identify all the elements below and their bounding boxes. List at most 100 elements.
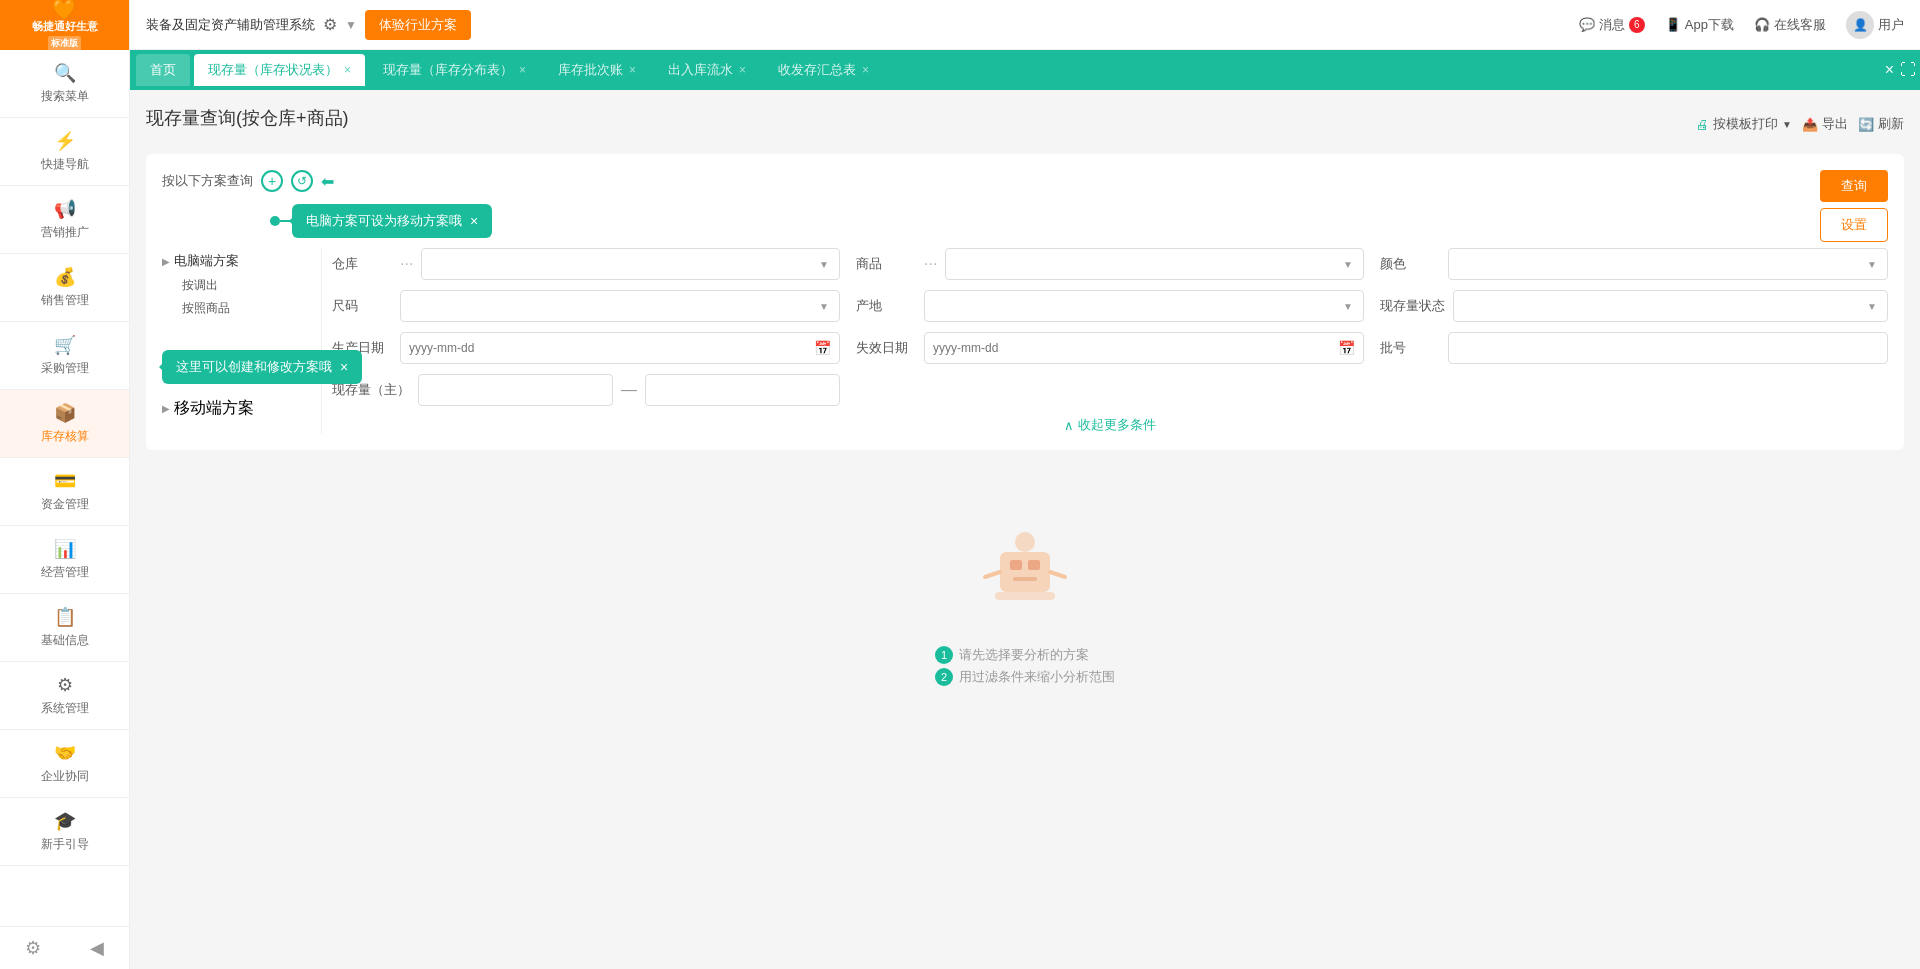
origin-select[interactable]: ▼ bbox=[924, 290, 1364, 322]
warehouse-dots[interactable]: ··· bbox=[400, 255, 413, 273]
sidebar-item-quick[interactable]: ⚡ 快捷导航 bbox=[0, 118, 129, 186]
set-btn[interactable]: 设置 bbox=[1820, 208, 1888, 242]
tab-close-all-icon[interactable]: × bbox=[1885, 61, 1894, 79]
tab-summary[interactable]: 收发存汇总表 × bbox=[764, 54, 883, 86]
logo-name: 畅捷通好生意 bbox=[32, 19, 98, 34]
sidebar-item-inventory[interactable]: 📦 库存核算 bbox=[0, 390, 129, 458]
sidebar-item-search[interactable]: 🔍 搜索菜单 bbox=[0, 50, 129, 118]
sidebar-label-sales: 销售管理 bbox=[41, 292, 89, 309]
product-select[interactable]: ▼ bbox=[945, 248, 1364, 280]
tab-home[interactable]: 首页 bbox=[136, 54, 190, 86]
collapse-sidebar-icon[interactable]: ◀ bbox=[90, 937, 104, 959]
tab-inout-close[interactable]: × bbox=[739, 63, 746, 77]
stock-main-to-input[interactable] bbox=[645, 374, 840, 406]
warehouse-select[interactable]: ▼ bbox=[421, 248, 840, 280]
expire-date-icon[interactable]: 📅 bbox=[1338, 340, 1355, 356]
avatar: 👤 bbox=[1846, 11, 1874, 39]
pc-sub-item-1[interactable]: 按调出 bbox=[182, 274, 311, 297]
scheme-popover-1-close[interactable]: × bbox=[470, 213, 478, 229]
system-gear-icon[interactable]: ⚙ bbox=[323, 15, 337, 34]
origin-field: 产地 ▼ bbox=[856, 290, 1364, 322]
message-action[interactable]: 💬 消息 6 bbox=[1579, 16, 1645, 34]
inventory-icon: 📦 bbox=[54, 402, 76, 424]
scheme-panel: ▶ 电脑端方案 按调出 按照商品 bbox=[162, 248, 322, 434]
pc-scheme-item[interactable]: ▶ 电脑端方案 bbox=[162, 248, 311, 274]
filter-reset-btn[interactable]: ↺ bbox=[291, 170, 313, 192]
tab-batch[interactable]: 库存批次账 × bbox=[544, 54, 650, 86]
empty-illustration bbox=[965, 522, 1085, 622]
message-label: 消息 bbox=[1599, 16, 1625, 34]
sidebar-bottom: ⚙ ◀ bbox=[0, 926, 129, 969]
sidebar-item-marketing[interactable]: 📢 营销推广 bbox=[0, 186, 129, 254]
industry-btn[interactable]: 体验行业方案 bbox=[365, 10, 471, 40]
mobile-scheme-item[interactable]: ▶ 移动端方案 bbox=[162, 394, 311, 423]
sidebar-item-system[interactable]: ⚙ 系统管理 bbox=[0, 662, 129, 730]
stock-status-arrow-icon: ▼ bbox=[1867, 301, 1877, 312]
mobile-scheme-item-wrap: ▶ 移动端方案 bbox=[162, 394, 311, 423]
settings-bottom-icon[interactable]: ⚙ bbox=[25, 937, 41, 959]
tab-inventory-status[interactable]: 现存量（库存状况表） × bbox=[194, 54, 365, 86]
tab-batch-close[interactable]: × bbox=[629, 63, 636, 77]
product-dots[interactable]: ··· bbox=[924, 255, 937, 273]
expire-date-label: 失效日期 bbox=[856, 339, 916, 357]
pc-sub-item-2[interactable]: 按照商品 bbox=[182, 297, 311, 320]
color-label: 颜色 bbox=[1380, 255, 1440, 273]
color-select[interactable]: ▼ bbox=[1448, 248, 1888, 280]
tab-bar-right: × ⛶ bbox=[1885, 61, 1916, 79]
action-buttons: 查询 设置 bbox=[1820, 170, 1888, 242]
print-btn[interactable]: 🖨 按模板打印 ▼ bbox=[1696, 115, 1792, 133]
sidebar-item-basic[interactable]: 📋 基础信息 bbox=[0, 594, 129, 662]
sidebar-item-operation[interactable]: 📊 经营管理 bbox=[0, 526, 129, 594]
quick-icon: ⚡ bbox=[54, 130, 76, 152]
product-label: 商品 bbox=[856, 255, 916, 273]
prod-date-from-wrap[interactable]: 📅 bbox=[400, 332, 840, 364]
collapse-up-icon: ∧ bbox=[1064, 418, 1074, 433]
product-field: 商品 ··· ▼ bbox=[856, 248, 1364, 280]
prod-date-from-input[interactable] bbox=[409, 341, 808, 355]
purchase-icon: 🛒 bbox=[54, 334, 76, 356]
tab-fullscreen-icon[interactable]: ⛶ bbox=[1900, 61, 1916, 79]
sidebar-item-finance[interactable]: 💳 资金管理 bbox=[0, 458, 129, 526]
pc-sub-1-label: 按调出 bbox=[182, 277, 218, 294]
stock-status-select[interactable]: ▼ bbox=[1453, 290, 1888, 322]
expire-date-from-input[interactable] bbox=[933, 341, 1332, 355]
refresh-btn[interactable]: 🔄 刷新 bbox=[1858, 115, 1904, 133]
scheme-popover-2-close[interactable]: × bbox=[340, 359, 348, 375]
stock-main-from-input[interactable] bbox=[418, 374, 613, 406]
sidebar-label-marketing: 营销推广 bbox=[41, 224, 89, 241]
filter-add-btn[interactable]: + bbox=[261, 170, 283, 192]
logo-badge: 标准版 bbox=[48, 36, 81, 51]
origin-label: 产地 bbox=[856, 297, 916, 315]
support-action[interactable]: 🎧 在线客服 bbox=[1754, 16, 1826, 34]
tab-batch-label: 库存批次账 bbox=[558, 61, 623, 79]
page-title-bar: 现存量查询(按仓库+商品) 🖨 按模板打印 ▼ 📤 导出 🔄 刷新 bbox=[146, 106, 1904, 142]
tab-inventory-dist[interactable]: 现存量（库存分布表） × bbox=[369, 54, 540, 86]
sidebar-item-sales[interactable]: 💰 销售管理 bbox=[0, 254, 129, 322]
user-action[interactable]: 👤 用户 bbox=[1846, 11, 1904, 39]
sidebar-label-quick: 快捷导航 bbox=[41, 156, 89, 173]
export-btn[interactable]: 📤 导出 bbox=[1802, 115, 1848, 133]
filter-panel: 按以下方案查询 + ↺ ⬅ 电脑方案可设为移动方案哦 × bbox=[146, 154, 1904, 450]
tab-summary-close[interactable]: × bbox=[862, 63, 869, 77]
sidebar-item-corp[interactable]: 🤝 企业协同 bbox=[0, 730, 129, 798]
sidebar-item-guide[interactable]: 🎓 新手引导 bbox=[0, 798, 129, 866]
collapse-btn[interactable]: ∧ 收起更多条件 bbox=[1064, 416, 1156, 434]
svg-rect-3 bbox=[1013, 577, 1037, 581]
svg-rect-2 bbox=[1028, 560, 1040, 570]
size-select[interactable]: ▼ bbox=[400, 290, 840, 322]
print-arrow-icon: ▼ bbox=[1782, 119, 1792, 130]
batch-no-input[interactable] bbox=[1448, 332, 1888, 364]
filter-header: 按以下方案查询 + ↺ ⬅ bbox=[162, 170, 1888, 192]
tab-inventory-dist-close[interactable]: × bbox=[519, 63, 526, 77]
expire-date-from-wrap[interactable]: 📅 bbox=[924, 332, 1364, 364]
collapse-label: 收起更多条件 bbox=[1078, 416, 1156, 434]
app-action[interactable]: 📱 App下载 bbox=[1665, 16, 1734, 34]
tab-inout[interactable]: 出入库流水 × bbox=[654, 54, 760, 86]
prod-date-from-icon[interactable]: 📅 bbox=[814, 340, 831, 356]
filter-back-btn[interactable]: ⬅ bbox=[321, 172, 334, 191]
tab-summary-label: 收发存汇总表 bbox=[778, 61, 856, 79]
query-btn[interactable]: 查询 bbox=[1820, 170, 1888, 202]
tab-inventory-status-close[interactable]: × bbox=[344, 63, 351, 77]
sidebar-item-purchase[interactable]: 🛒 采购管理 bbox=[0, 322, 129, 390]
empty-hints: 1 请先选择要分析的方案 2 用过滤条件来缩小分析范围 bbox=[935, 642, 1115, 690]
